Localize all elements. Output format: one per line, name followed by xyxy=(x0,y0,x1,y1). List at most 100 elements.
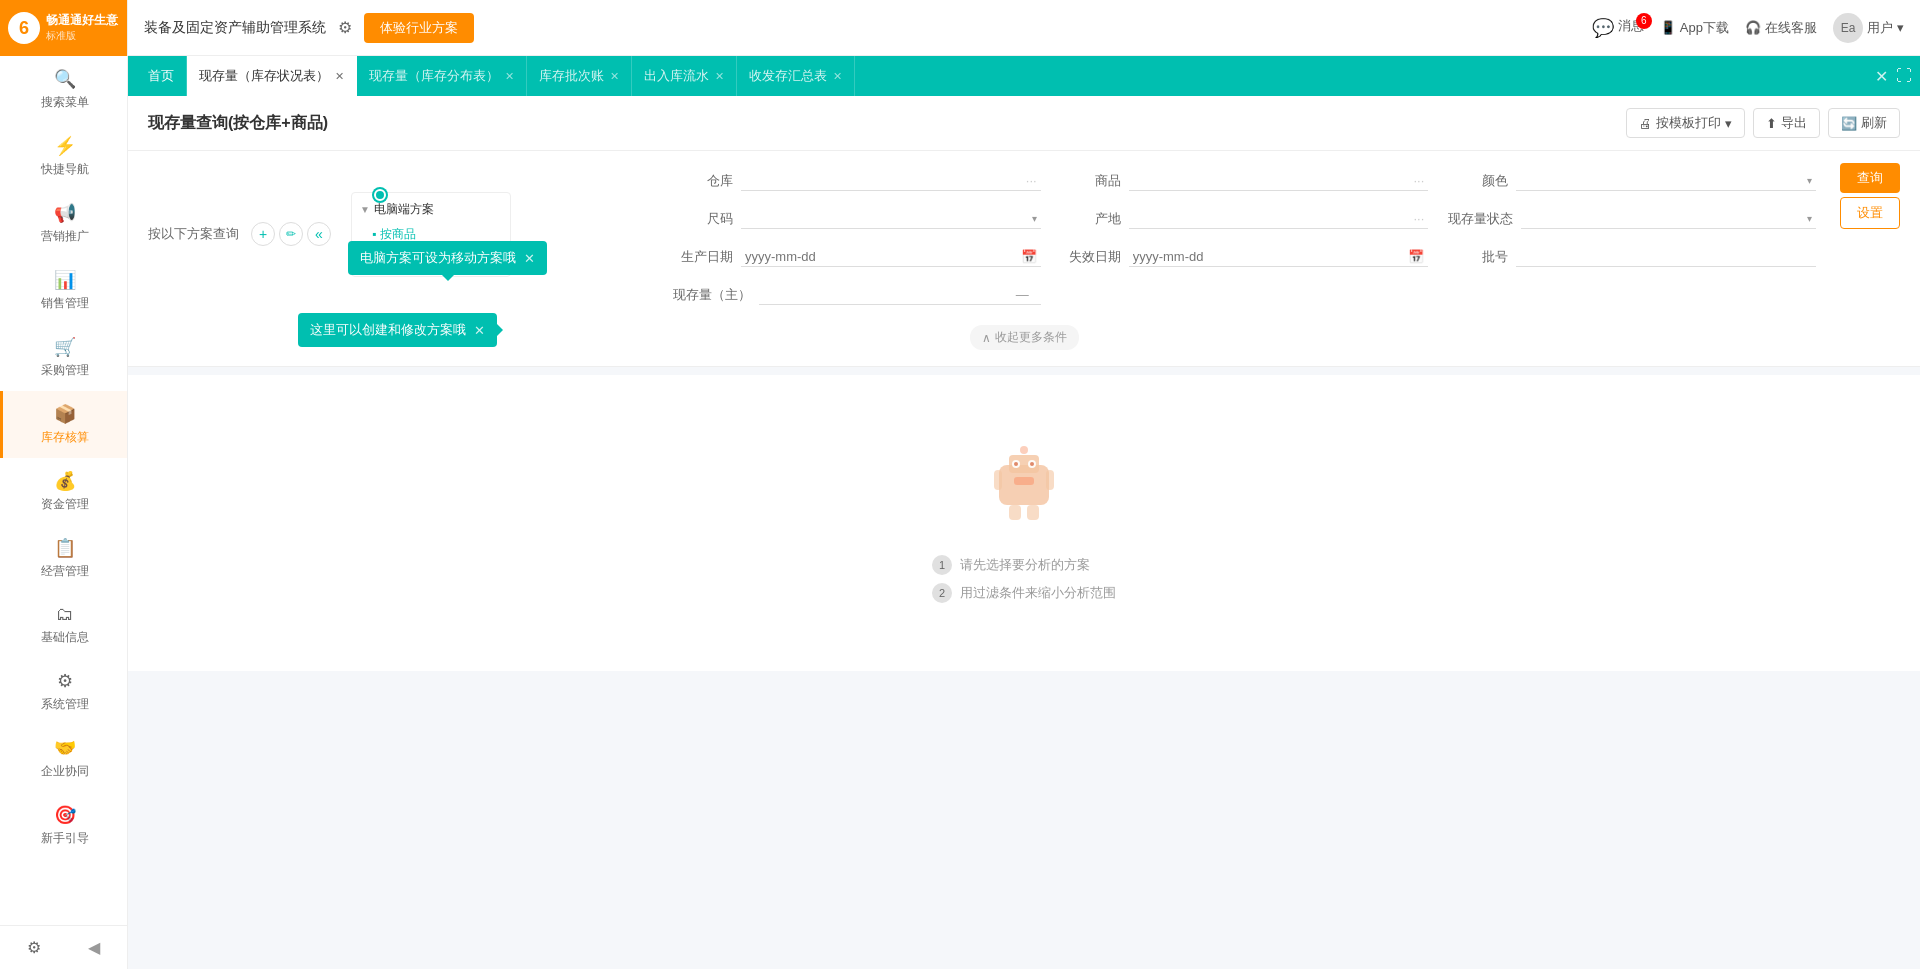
sidebar-item-system[interactable]: ⚙ 系统管理 xyxy=(0,658,127,725)
sidebar-label-sales: 销售管理 xyxy=(41,295,89,312)
stock-main-input-from[interactable] xyxy=(763,287,1008,302)
fullscreen-button[interactable]: ⛶ xyxy=(1896,67,1912,86)
edit-scheme-button[interactable]: ✏ xyxy=(279,222,303,246)
prev-scheme-button[interactable]: « xyxy=(307,222,331,246)
warehouse-dots[interactable]: ··· xyxy=(1026,173,1037,188)
tab-batch-ledger[interactable]: 库存批次账 ✕ xyxy=(527,56,632,96)
size-dropdown-icon[interactable]: ▾ xyxy=(1032,213,1037,224)
sidebar-item-sales[interactable]: 📊 销售管理 xyxy=(0,257,127,324)
production-date-input[interactable] xyxy=(745,249,1021,264)
print-label: 按模板打印 xyxy=(1656,114,1721,132)
sidebar-item-search[interactable]: 🔍 搜索菜单 xyxy=(0,56,127,123)
sidebar-nav: 🔍 搜索菜单 ⚡ 快捷导航 📢 营销推广 📊 销售管理 🛒 采购管理 📦 库存核… xyxy=(0,56,127,925)
production-date-calendar-icon[interactable]: 📅 xyxy=(1021,249,1037,264)
expiry-date-input[interactable] xyxy=(1133,249,1409,264)
reset-button[interactable]: 设置 xyxy=(1840,197,1900,229)
stock-main-wrapper[interactable]: — xyxy=(759,285,1041,305)
expiry-date-calendar-icon[interactable]: 📅 xyxy=(1408,249,1424,264)
refresh-label: 刷新 xyxy=(1861,114,1887,132)
refresh-button[interactable]: 🔄 刷新 xyxy=(1828,108,1900,138)
sidebar-label-basic: 基础信息 xyxy=(41,629,89,646)
warehouse-select-wrapper[interactable]: ··· xyxy=(741,171,1041,191)
batch-wrapper[interactable] xyxy=(1516,247,1816,267)
goods-select-wrapper[interactable]: ··· xyxy=(1129,171,1429,191)
sidebar-item-inventory[interactable]: 📦 库存核算 xyxy=(0,391,127,458)
connector-dot xyxy=(374,189,386,201)
tab-home[interactable]: 首页 xyxy=(136,56,187,96)
close-all-tabs-button[interactable]: ✕ xyxy=(1875,67,1888,86)
sidebar-item-purchase[interactable]: 🛒 采购管理 xyxy=(0,324,127,391)
sidebar-item-enterprise[interactable]: 🤝 企业协同 xyxy=(0,725,127,792)
sidebar-item-quick-nav[interactable]: ⚡ 快捷导航 xyxy=(0,123,127,190)
svg-rect-6 xyxy=(1014,477,1034,485)
add-scheme-button[interactable]: + xyxy=(251,222,275,246)
tab-inventory-status-close[interactable]: ✕ xyxy=(335,70,344,83)
color-select-wrapper[interactable]: ▾ xyxy=(1516,171,1816,191)
goods-input[interactable] xyxy=(1133,173,1410,188)
operations-icon: 📋 xyxy=(54,537,76,559)
sidebar-label-purchase: 采购管理 xyxy=(41,362,89,379)
empty-steps-list: 1 请先选择要分析的方案 2 用过滤条件来缩小分析范围 xyxy=(932,555,1116,611)
tab-in-out-flow[interactable]: 出入库流水 ✕ xyxy=(632,56,737,96)
notification-item[interactable]: 💬 6 消息 xyxy=(1592,17,1644,39)
tab-inventory-status[interactable]: 现存量（库存状况表） ✕ xyxy=(187,56,357,96)
sidebar-item-basic[interactable]: 🗂 基础信息 xyxy=(0,592,127,658)
brand-text: 畅通通好生意 标准版 xyxy=(46,13,118,43)
online-service-label: 在线客服 xyxy=(1765,19,1817,37)
tab-receipt-summary[interactable]: 收发存汇总表 ✕ xyxy=(737,56,855,96)
batch-field: 批号 xyxy=(1448,247,1816,267)
header-right: 💬 6 消息 📱 App下载 🎧 在线客服 Ea 用户 ▾ xyxy=(1592,13,1904,43)
brand-name: 畅通通好生意 xyxy=(46,13,118,29)
tab-batch-ledger-close[interactable]: ✕ xyxy=(610,70,619,83)
trial-button[interactable]: 体验行业方案 xyxy=(364,13,474,43)
inventory-icon: 📦 xyxy=(54,403,76,425)
tab-inventory-dist-close[interactable]: ✕ xyxy=(505,70,514,83)
add-scheme-tooltip-close[interactable]: ✕ xyxy=(524,251,535,266)
origin-select-wrapper[interactable]: ··· xyxy=(1129,209,1429,229)
expiry-date-wrapper[interactable]: 📅 xyxy=(1129,247,1429,267)
collapse-more-button[interactable]: ∧ 收起更多条件 xyxy=(970,325,1079,350)
desktop-child-label: 按商品 xyxy=(380,226,416,243)
tab-inventory-dist[interactable]: 现存量（库存分布表） ✕ xyxy=(357,56,527,96)
tabs-bar: 首页 现存量（库存状况表） ✕ 现存量（库存分布表） ✕ 库存批次账 ✕ 出入库… xyxy=(128,56,1920,96)
color-dropdown-icon[interactable]: ▾ xyxy=(1807,175,1812,186)
stock-status-input[interactable] xyxy=(1525,211,1807,226)
tab-receipt-summary-label: 收发存汇总表 xyxy=(749,67,827,85)
scheme-tooltip-text: 这里可以创建和修改方案哦 xyxy=(310,321,466,339)
stock-status-dropdown-icon[interactable]: ▾ xyxy=(1807,213,1812,224)
tabs-right-controls: ✕ ⛶ xyxy=(1875,67,1912,86)
production-date-wrapper[interactable]: 📅 xyxy=(741,247,1041,267)
system-settings-icon[interactable]: ⚙ xyxy=(338,18,352,37)
sidebar-label-quick-nav: 快捷导航 xyxy=(41,161,89,178)
goods-dots[interactable]: ··· xyxy=(1413,173,1424,188)
search-button[interactable]: 查询 xyxy=(1840,163,1900,193)
origin-dots[interactable]: ··· xyxy=(1413,211,1424,226)
sidebar-item-finance[interactable]: 💰 资金管理 xyxy=(0,458,127,525)
tab-in-out-flow-label: 出入库流水 xyxy=(644,67,709,85)
print-button[interactable]: 🖨 按模板打印 ▾ xyxy=(1626,108,1745,138)
online-service-item[interactable]: 🎧 在线客服 xyxy=(1745,19,1817,37)
scheme-tooltip-close[interactable]: ✕ xyxy=(474,323,485,338)
size-select-wrapper[interactable]: ▾ xyxy=(741,209,1041,229)
collapse-sidebar-button[interactable]: ◀ xyxy=(88,938,100,957)
sidebar-item-marketing[interactable]: 📢 营销推广 xyxy=(0,190,127,257)
notification-count: 6 xyxy=(1636,13,1652,29)
color-input[interactable] xyxy=(1520,173,1807,188)
sidebar-item-operations[interactable]: 📋 经营管理 xyxy=(0,525,127,592)
sales-icon: 📊 xyxy=(54,269,76,291)
size-input[interactable] xyxy=(745,211,1032,226)
settings-button[interactable]: ⚙ xyxy=(27,938,41,957)
user-item[interactable]: Ea 用户 ▾ xyxy=(1833,13,1904,43)
scheme-desktop[interactable]: ▼ 电脑端方案 xyxy=(352,197,510,222)
tab-receipt-summary-close[interactable]: ✕ xyxy=(833,70,842,83)
warehouse-input[interactable] xyxy=(745,173,1022,188)
app-download-item[interactable]: 📱 App下载 xyxy=(1660,19,1729,37)
tab-in-out-flow-close[interactable]: ✕ xyxy=(715,70,724,83)
export-button[interactable]: ⬆ 导出 xyxy=(1753,108,1820,138)
origin-input[interactable] xyxy=(1133,211,1410,226)
avatar-text: Ea xyxy=(1841,21,1856,35)
batch-input[interactable] xyxy=(1520,249,1812,264)
sidebar-item-guide[interactable]: 🎯 新手引导 xyxy=(0,792,127,859)
stock-status-select-wrapper[interactable]: ▾ xyxy=(1521,209,1816,229)
page-title: 现存量查询(按仓库+商品) xyxy=(148,113,328,134)
